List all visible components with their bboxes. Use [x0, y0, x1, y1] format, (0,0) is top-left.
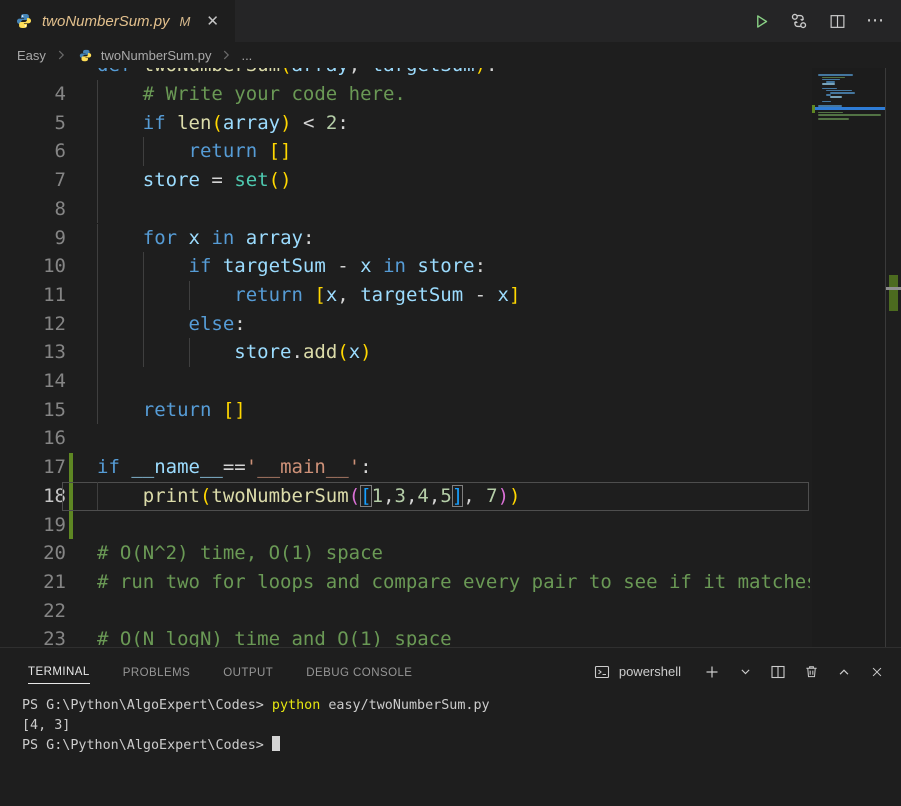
- panel-header: TERMINAL PROBLEMS OUTPUT DEBUG CONSOLE p…: [0, 648, 901, 695]
- code-line[interactable]: [0, 367, 810, 396]
- terminal-icon: [592, 662, 612, 682]
- code-line[interactable]: if len(array) < 2:: [0, 108, 810, 138]
- close-panel-icon[interactable]: [867, 662, 887, 682]
- new-terminal-icon[interactable]: [702, 662, 722, 682]
- tab-terminal[interactable]: TERMINAL: [28, 659, 90, 684]
- breadcrumb: Easy twoNumberSum.py ...: [0, 42, 901, 68]
- indent-guide: [97, 194, 98, 224]
- terminal-line: PS G:\Python\AlgoExpert\Codes> python ea…: [22, 698, 490, 713]
- code-line[interactable]: # O(N^2) time, O(1) space: [0, 539, 810, 568]
- minimap-current-line: [812, 107, 885, 110]
- tab-problems[interactable]: PROBLEMS: [123, 660, 191, 684]
- code-editor[interactable]: 4567891011121314151617181920212223 def t…: [0, 68, 901, 647]
- kill-terminal-trash-icon[interactable]: [801, 662, 821, 682]
- tab-bar-empty-space: [235, 0, 751, 42]
- code-line[interactable]: # run two for loops and compare every pa…: [0, 568, 810, 597]
- python-file-icon: [14, 11, 34, 31]
- git-modified-badge: M: [179, 13, 191, 29]
- minimap-line: [818, 118, 849, 121]
- code-line[interactable]: for x in array:: [0, 223, 810, 253]
- code-line[interactable]: store = set(): [0, 166, 810, 195]
- terminal-content[interactable]: PS G:\Python\AlgoExpert\Codes> python ea…: [22, 696, 897, 806]
- code-line[interactable]: return []: [0, 395, 810, 425]
- breadcrumb-file[interactable]: twoNumberSum.py: [101, 48, 212, 63]
- code-line[interactable]: if targetSum - x in store:: [0, 252, 810, 281]
- more-actions-icon[interactable]: ⋯: [865, 11, 885, 31]
- chevron-down-icon[interactable]: [735, 662, 755, 682]
- terminal-cursor: [271, 736, 280, 751]
- overview-ruler[interactable]: [885, 68, 901, 647]
- tab-close-icon[interactable]: ✕: [206, 12, 219, 30]
- shell-selector[interactable]: powershell: [592, 662, 681, 682]
- vscode-window: twoNumberSum.py M ✕ ⋯ Easy twoNumberSum.…: [0, 0, 901, 806]
- ruler-modified-marker: [889, 275, 898, 311]
- code-line[interactable]: return []: [0, 137, 810, 167]
- tab-filename: twoNumberSum.py: [42, 12, 170, 30]
- terminal-line: [4, 3]: [22, 718, 71, 733]
- code-line[interactable]: def twoNumberSum(array, targetSum):: [0, 68, 810, 80]
- bottom-panel: TERMINAL PROBLEMS OUTPUT DEBUG CONSOLE p…: [0, 647, 901, 806]
- minimap[interactable]: [812, 68, 885, 647]
- code-line[interactable]: if __name__=='__main__':: [0, 453, 810, 482]
- minimap-line: [818, 114, 881, 116]
- terminal-line: PS G:\Python\AlgoExpert\Codes>: [22, 736, 897, 756]
- code-line[interactable]: # O(N logN) time and O(1) space: [0, 625, 810, 647]
- split-terminal-icon[interactable]: [768, 662, 788, 682]
- code-line[interactable]: [0, 511, 810, 540]
- open-changes-icon[interactable]: [789, 11, 809, 31]
- code-line[interactable]: [0, 194, 810, 224]
- chevron-right-icon: [51, 45, 71, 65]
- python-file-icon-small: [76, 45, 96, 65]
- code-line[interactable]: # Write your code here.: [0, 80, 810, 109]
- indent-guide: [97, 367, 98, 396]
- minimap-modified-indicator: [812, 105, 815, 113]
- shell-label: powershell: [618, 664, 681, 679]
- split-editor-icon[interactable]: [827, 11, 847, 31]
- code-line[interactable]: store.add(x): [0, 338, 810, 367]
- editor-actions: ⋯: [751, 0, 901, 42]
- minimap-line: [830, 96, 842, 99]
- panel-actions: powershell: [592, 662, 887, 682]
- code-line[interactable]: [0, 597, 810, 626]
- panel-tabs: TERMINAL PROBLEMS OUTPUT DEBUG CONSOLE: [28, 659, 412, 684]
- tab-debug-console[interactable]: DEBUG CONSOLE: [306, 660, 412, 684]
- code-line[interactable]: return [x, targetSum - x]: [0, 280, 810, 310]
- minimap-line: [818, 74, 853, 77]
- minimap-line: [830, 92, 855, 94]
- chevron-right-icon: [216, 45, 236, 65]
- code-line[interactable]: print(twoNumberSum([1,3,4,5], 7)): [0, 481, 810, 511]
- code-line[interactable]: else:: [0, 309, 810, 339]
- code-viewport[interactable]: def twoNumberSum(array, targetSum): # Wr…: [0, 68, 810, 647]
- ruler-cursor-marker: [886, 287, 901, 290]
- minimap-line: [822, 100, 831, 103]
- run-python-file-icon[interactable]: [751, 11, 771, 31]
- tab-twoNumberSum[interactable]: twoNumberSum.py M ✕: [0, 0, 235, 42]
- maximize-panel-chevron-up-icon[interactable]: [834, 662, 854, 682]
- editor-tab-bar: twoNumberSum.py M ✕ ⋯: [0, 0, 901, 42]
- breadcrumb-symbol[interactable]: ...: [241, 48, 252, 63]
- breadcrumb-folder[interactable]: Easy: [17, 48, 46, 63]
- minimap-line: [822, 83, 835, 85]
- tab-output[interactable]: OUTPUT: [223, 660, 273, 684]
- code-line[interactable]: [0, 424, 810, 453]
